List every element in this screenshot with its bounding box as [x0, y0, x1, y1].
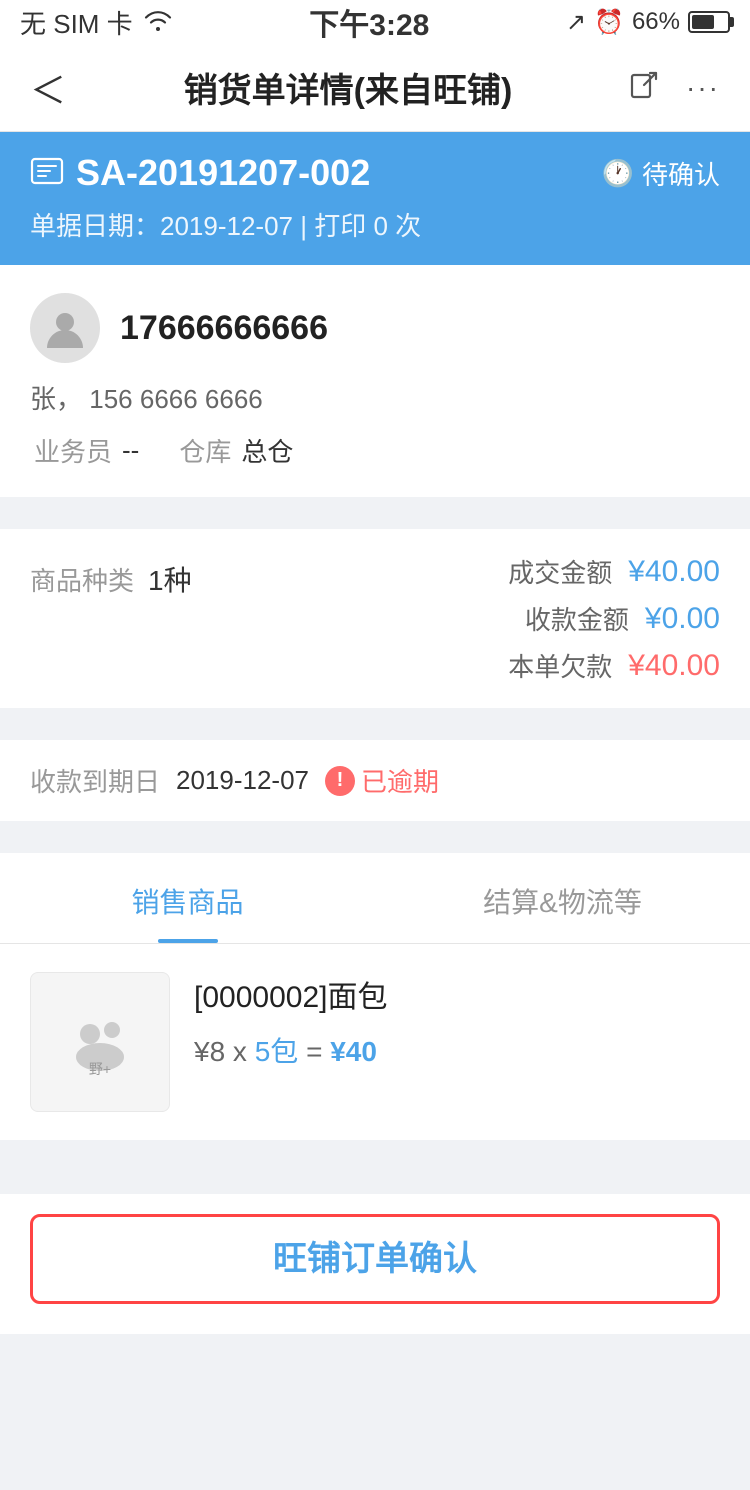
order-id: SA-20191207-002 [30, 152, 370, 194]
gap3 [0, 837, 750, 853]
salesperson-item: 业务员 -- [34, 432, 139, 469]
overdue-icon: ! [325, 766, 355, 796]
due-date-section: 收款到期日 2019-12-07 ! 已逾期 [0, 740, 750, 821]
back-button[interactable]: ＜ [30, 62, 66, 114]
product-item: 野+ [0000002]面包 ¥8 x 5包 = ¥40 [0, 944, 750, 1140]
bottom-spacer [0, 1340, 750, 1490]
received-amount-row: 收款金额 ¥0.00 [525, 600, 720, 637]
order-header: SA-20191207-002 🕐 待确认 单据日期：2019-12-07 | … [0, 132, 750, 265]
battery-fill [692, 15, 714, 29]
page-title: 销货单详情(来自旺铺) [184, 63, 513, 112]
received-amount-value: ¥0.00 [645, 602, 720, 636]
location-icon: ↗ [566, 8, 586, 37]
customer-alt-phone: 156 6666 6666 [89, 384, 263, 414]
confirm-order-button[interactable]: 旺铺订单确认 [30, 1214, 720, 1304]
owed-amount-row: 本单欠款 ¥40.00 [508, 647, 720, 684]
deal-amount-value: ¥40.00 [628, 555, 720, 589]
customer-section: 17666666666 张， 156 6666 6666 业务员 -- 仓库 总… [0, 265, 750, 497]
order-meta: 单据日期：2019-12-07 | 打印 0 次 [30, 206, 720, 243]
customer-card: 17666666666 张， 156 6666 6666 业务员 -- 仓库 总… [0, 265, 750, 497]
warehouse-value: 总仓 [241, 432, 293, 469]
product-thumbnail: 野+ [30, 972, 170, 1112]
order-icon [30, 152, 64, 194]
salesperson-value: -- [122, 435, 139, 466]
product-equals: = [306, 1036, 330, 1067]
due-date-label: 收款到期日 [30, 762, 160, 799]
status-time: 下午3:28 [309, 0, 429, 44]
product-qty: 5包 [255, 1036, 299, 1067]
product-name: [0000002]面包 [194, 972, 720, 1016]
share-icon[interactable] [630, 67, 662, 108]
svg-text:野+: 野+ [89, 1061, 111, 1077]
alarm-icon: ⏰ [594, 8, 624, 37]
carrier-text: 无 SIM 卡 [20, 4, 133, 41]
owed-amount-label: 本单欠款 [508, 647, 612, 684]
order-print: 打印 0 次 [314, 211, 421, 241]
product-info: [0000002]面包 ¥8 x 5包 = ¥40 [194, 972, 720, 1070]
amount-stats: 成交金额 ¥40.00 收款金额 ¥0.00 本单欠款 ¥40.00 [508, 553, 720, 684]
product-price: ¥8 x [194, 1036, 247, 1067]
customer-main-row: 17666666666 [30, 293, 720, 363]
wifi-icon [143, 7, 173, 38]
status-left: 无 SIM 卡 [20, 4, 173, 41]
nav-actions: ··· [630, 67, 720, 108]
order-id-row: SA-20191207-002 🕐 待确认 [30, 152, 720, 194]
status-text: 待确认 [642, 155, 720, 192]
gap1 [0, 513, 750, 529]
customer-name-text: 张 [30, 384, 56, 414]
customer-name-block: 17666666666 [120, 309, 328, 348]
tabs-section: 销售商品 结算&物流等 野+ [0000002]面包 ¥8 x 5包 = ¥40 [0, 853, 750, 1140]
avatar [30, 293, 100, 363]
gap2 [0, 724, 750, 740]
overdue-badge: ! 已逾期 [325, 762, 439, 799]
tab-sales-products[interactable]: 销售商品 [0, 853, 375, 943]
order-separator: | [300, 211, 314, 241]
order-date: 单据日期：2019-12-07 [30, 211, 293, 241]
order-status: 🕐 待确认 [602, 155, 720, 192]
salesperson-label: 业务员 [34, 432, 112, 469]
battery-bar [688, 11, 730, 33]
tabs-row: 销售商品 结算&物流等 [0, 853, 750, 944]
product-type-label: 商品种类 [30, 561, 134, 598]
warehouse-label: 仓库 [179, 432, 231, 469]
owed-amount-value: ¥40.00 [628, 649, 720, 683]
bottom-bar: 旺铺订单确认 [0, 1194, 750, 1334]
deal-amount-label: 成交金额 [508, 553, 612, 590]
stats-section: 商品种类 1种 成交金额 ¥40.00 收款金额 ¥0.00 本单欠款 ¥40.… [0, 529, 750, 708]
nav-bar: ＜ 销货单详情(来自旺铺) ··· [0, 44, 750, 132]
customer-info-row: 业务员 -- 仓库 总仓 [30, 432, 720, 469]
received-amount-label: 收款金额 [525, 600, 629, 637]
deal-amount-row: 成交金额 ¥40.00 [508, 553, 720, 590]
status-bar: 无 SIM 卡 下午3:28 ↗ ⏰ 66% [0, 0, 750, 44]
stats-card: 商品种类 1种 成交金额 ¥40.00 收款金额 ¥0.00 本单欠款 ¥40.… [0, 529, 750, 708]
product-type-block: 商品种类 1种 [30, 553, 192, 599]
battery-percent: 66% [632, 8, 680, 36]
tab-settlement[interactable]: 结算&物流等 [375, 853, 750, 943]
status-right: ↗ ⏰ 66% [566, 8, 730, 37]
product-price-row: ¥8 x 5包 = ¥40 [194, 1030, 720, 1070]
customer-detail: 张， 156 6666 6666 [30, 379, 720, 416]
overdue-text: 已逾期 [361, 762, 439, 799]
due-date-value: 2019-12-07 [176, 765, 309, 796]
more-icon[interactable]: ··· [686, 72, 720, 104]
product-type-value: 1种 [148, 559, 192, 599]
product-total: ¥40 [330, 1036, 377, 1067]
warehouse-item: 仓库 总仓 [179, 432, 293, 469]
status-clock-icon: 🕐 [602, 158, 634, 189]
customer-phone: 17666666666 [120, 309, 328, 348]
